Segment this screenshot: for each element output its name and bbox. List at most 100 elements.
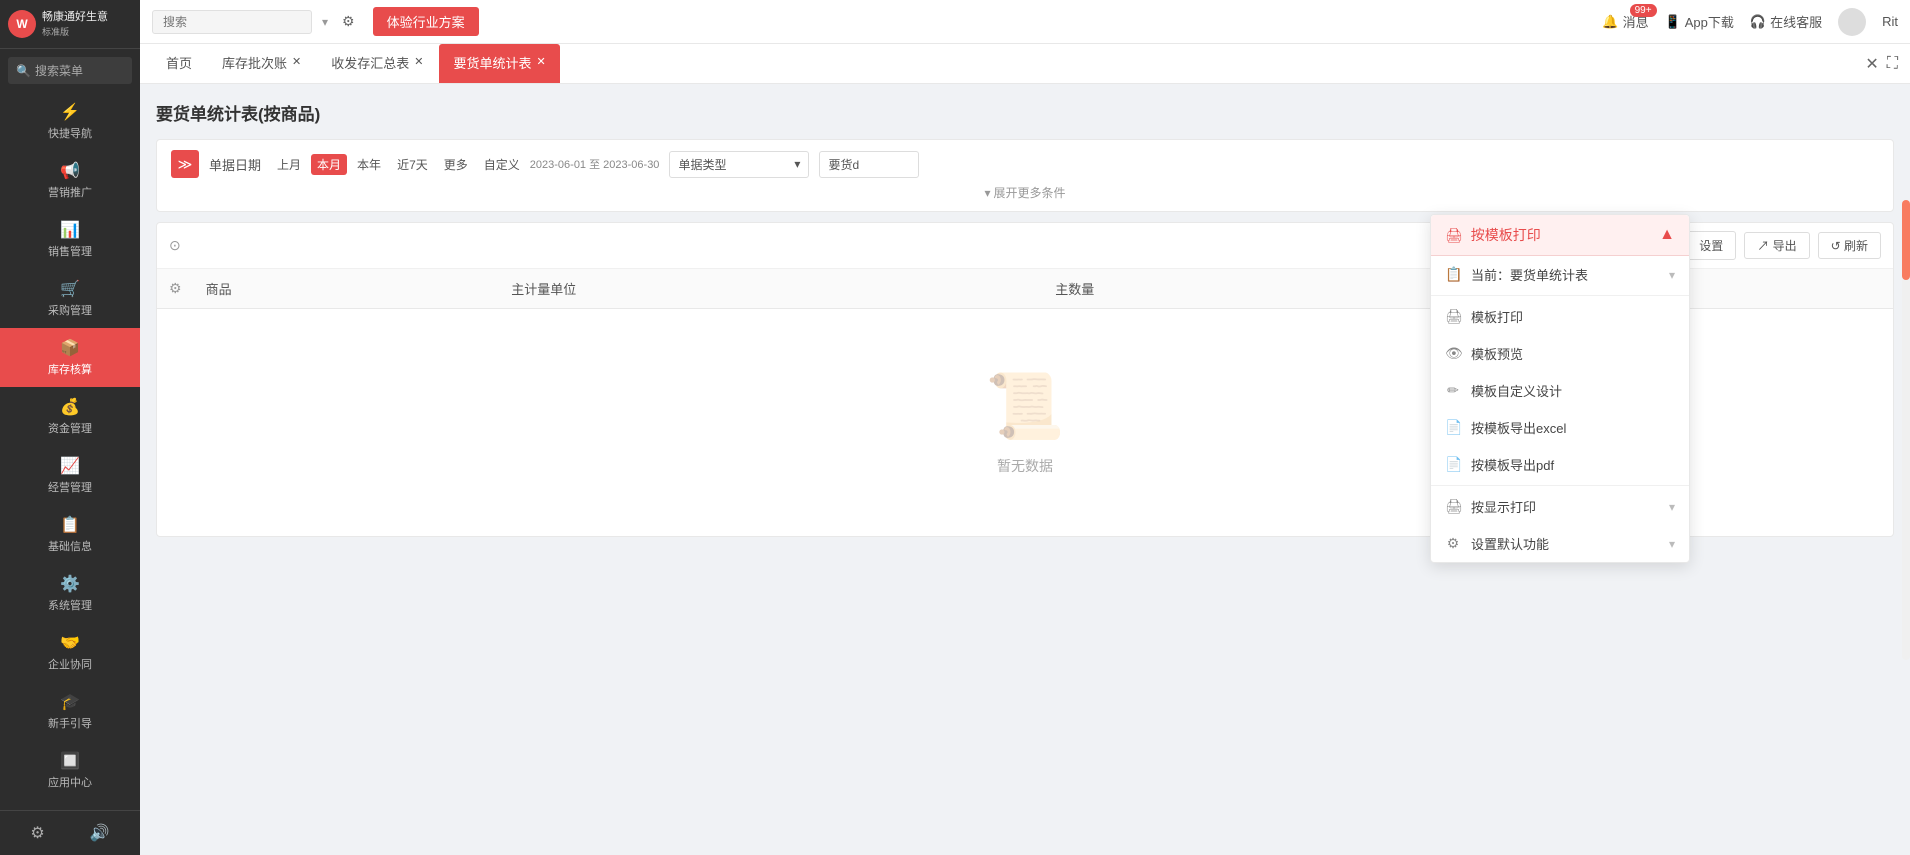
empty-illustration: 📜 [985, 369, 1065, 444]
online-service-action[interactable]: 🎧 在线客服 [1750, 12, 1822, 31]
template-preview-item[interactable]: 👁 模板预览 [1431, 335, 1689, 372]
template-export-pdf-icon: 📄 [1445, 456, 1461, 473]
tab-order-stats-close[interactable]: ✕ [537, 57, 546, 68]
app-download-action[interactable]: 📱 App下载 [1665, 12, 1734, 31]
doc-type-select[interactable]: 单据类型 ▾ [669, 151, 809, 178]
volume-bottom-button[interactable]: 🔊 [86, 819, 114, 847]
topbar-chevron-icon[interactable]: ▾ [322, 15, 328, 29]
date-current-year-button[interactable]: 本年 [351, 154, 387, 175]
category-select[interactable]: 要货d [819, 151, 919, 178]
sidebar-item-collab[interactable]: 🤝 企业协同 [0, 623, 140, 682]
print-dropdown-title: 🖨 按模板打印 [1445, 225, 1541, 245]
sidebar-item-label: 快捷导航 [48, 125, 92, 141]
date-more-button[interactable]: 更多 [438, 154, 474, 175]
template-print-item-icon: 🖨 [1445, 308, 1461, 325]
sidebar-item-label: 资金管理 [48, 420, 92, 436]
expand-more-conditions-button[interactable]: ▾ 展开更多条件 [984, 184, 1065, 201]
sidebar-item-guide[interactable]: 🎓 新手引导 [0, 682, 140, 741]
template-export-excel-item[interactable]: 📄 按模板导出excel [1431, 409, 1689, 446]
page-title: 要货单统计表(按商品) [156, 100, 1894, 125]
template-print-item[interactable]: 🖨 模板打印 [1431, 298, 1689, 335]
display-print-item[interactable]: 🖨 按显示打印 ▾ [1431, 488, 1689, 525]
settings-button[interactable]: 设置 [1686, 231, 1736, 260]
column-settings-icon[interactable]: ⚙ [169, 280, 182, 296]
sidebar-item-marketing[interactable]: 📢 营销推广 [0, 151, 140, 210]
tab-receipt-summary-close[interactable]: ✕ [414, 57, 423, 68]
messages-badge: 99+ [1630, 4, 1657, 17]
sidebar-item-label: 基础信息 [48, 538, 92, 554]
experience-button[interactable]: 体验行业方案 [373, 7, 479, 36]
sidebar-nav: ⚡ 快捷导航 📢 营销推广 📊 销售管理 🛒 采购管理 📦 库存核算 💰 资金管… [0, 92, 140, 810]
search-menu-button[interactable]: 🔍 搜索菜单 [8, 57, 132, 84]
tab-maximize-button[interactable]: ⛶ [1887, 55, 1898, 73]
tab-order-stats[interactable]: 要货单统计表 ✕ [439, 44, 559, 83]
filter-expand-row: ▾ 展开更多条件 [171, 178, 1879, 201]
date-custom-button[interactable]: 自定义 [478, 154, 526, 175]
refresh-label: 刷新 [1844, 239, 1868, 253]
print-dropdown-icon: 🖨 [1445, 227, 1463, 244]
default-settings-icon: ⚙ [1445, 535, 1461, 552]
tabbar-right: ✕ ⛶ [1865, 54, 1898, 74]
sidebar-item-basic[interactable]: 📋 基础信息 [0, 505, 140, 564]
guide-icon: 🎓 [60, 692, 80, 712]
topbar-gear-icon[interactable]: ⚙ [342, 13, 355, 30]
system-icon: ⚙️ [60, 574, 80, 594]
sidebar-item-label: 系统管理 [48, 597, 92, 613]
sidebar-item-purchase[interactable]: 🛒 采购管理 [0, 269, 140, 328]
dropdown-divider-1 [1431, 295, 1689, 296]
tabbar: 首页 库存批次账 ✕ 收发存汇总表 ✕ 要货单统计表 ✕ ✕ ⛶ [140, 44, 1910, 84]
filter-expand-icon[interactable]: ≫ [171, 150, 199, 178]
template-custom-item[interactable]: ✏ 模板自定义设计 [1431, 372, 1689, 409]
sidebar-item-operation[interactable]: 📈 经营管理 [0, 446, 140, 505]
col-header-quantity: 主数量 [1043, 269, 1428, 309]
tab-close-window-button[interactable]: ✕ [1865, 54, 1878, 74]
scrollbar-thumb[interactable] [1902, 200, 1910, 280]
settings-bottom-button[interactable]: ⚙ [26, 819, 48, 847]
date-current-month-button[interactable]: 本月 [311, 154, 347, 175]
print-dropdown-close-button[interactable]: ▲ [1659, 226, 1675, 244]
sidebar-item-finance[interactable]: 💰 资金管理 [0, 387, 140, 446]
date-prev-month-button[interactable]: 上月 [271, 154, 307, 175]
tab-receipt-summary[interactable]: 收发存汇总表 ✕ [317, 44, 437, 83]
refresh-icon: ↺ [1831, 239, 1841, 253]
sidebar-search-area[interactable]: 🔍 搜索菜单 [0, 49, 140, 92]
date-range-label: 2023-06-01 至 2023-06-30 [530, 156, 660, 172]
sidebar-item-inventory[interactable]: 📦 库存核算 [0, 328, 140, 387]
current-template-item[interactable]: 📋 当前：要货单统计表 ▾ [1431, 256, 1689, 293]
export-button[interactable]: ↗ 导出 [1744, 232, 1809, 259]
date-last7days-button[interactable]: 近7天 [391, 154, 434, 175]
sidebar-item-label: 销售管理 [48, 243, 92, 259]
col-header-unit: 主计量单位 [499, 269, 1043, 309]
sidebar: W 畅康通好生意 标准版 🔍 搜索菜单 ⚡ 快捷导航 📢 营销推广 📊 销售管理… [0, 0, 140, 855]
current-template-icon: 📋 [1445, 266, 1461, 283]
toolbar-settings-icon[interactable]: ⊙ [169, 237, 181, 254]
template-export-excel-label: 按模板导出excel [1471, 418, 1675, 437]
tab-batch-account-close[interactable]: ✕ [292, 57, 301, 68]
display-print-label: 按显示打印 [1471, 497, 1659, 516]
sidebar-item-quick-nav[interactable]: ⚡ 快捷导航 [0, 92, 140, 151]
sales-icon: 📊 [60, 220, 80, 240]
tab-home-label: 首页 [166, 53, 192, 72]
refresh-button[interactable]: ↺ 刷新 [1818, 232, 1881, 259]
sidebar-item-system[interactable]: ⚙️ 系统管理 [0, 564, 140, 623]
messages-action[interactable]: 🔔 消息 99+ [1602, 12, 1648, 31]
tab-receipt-summary-label: 收发存汇总表 [331, 53, 409, 72]
tab-home[interactable]: 首页 [152, 44, 206, 83]
doc-type-label: 单据类型 [678, 156, 726, 173]
display-print-arrow-icon: ▾ [1669, 500, 1675, 514]
template-export-pdf-item[interactable]: 📄 按模板导出pdf [1431, 446, 1689, 483]
tab-batch-account[interactable]: 库存批次账 ✕ [208, 44, 315, 83]
sidebar-item-wechat[interactable]: 💬 企业微信 [0, 800, 140, 810]
topbar-search-input[interactable] [152, 10, 312, 34]
vertical-scrollbar[interactable] [1902, 200, 1910, 660]
sidebar-item-label: 应用中心 [48, 774, 92, 790]
filter-row: ≫ 单据日期 上月 本月 本年 近7天 更多 自定义 2023-06-01 至 … [171, 150, 1879, 178]
sidebar-item-sales[interactable]: 📊 销售管理 [0, 210, 140, 269]
print-dropdown-title-label: 按模板打印 [1471, 225, 1541, 245]
default-settings-item[interactable]: ⚙ 设置默认功能 ▾ [1431, 525, 1689, 562]
volume-icon: 🔊 [90, 825, 110, 842]
col-header-product: 商品 [194, 269, 500, 309]
user-avatar[interactable] [1838, 8, 1866, 36]
template-export-pdf-label: 按模板导出pdf [1471, 455, 1675, 474]
sidebar-item-appstore[interactable]: 🔲 应用中心 [0, 741, 140, 800]
